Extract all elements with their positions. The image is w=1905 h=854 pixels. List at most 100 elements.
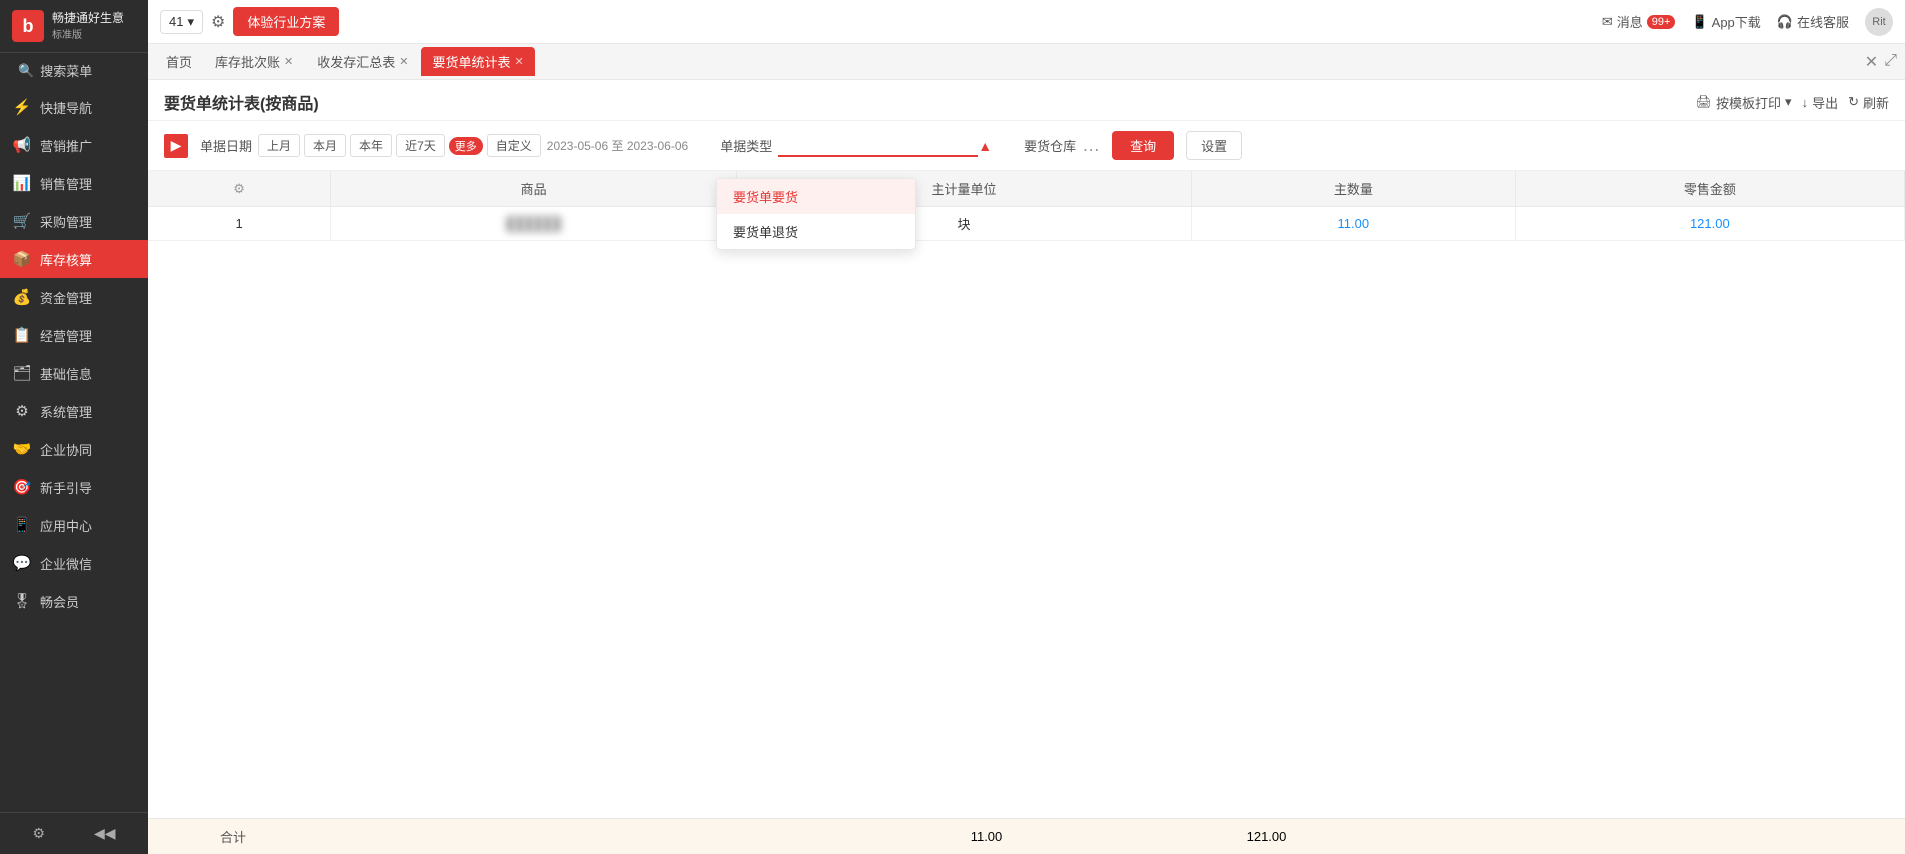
export-btn[interactable]: ↓ 导出: [1802, 93, 1839, 112]
company-value: 41: [169, 14, 183, 29]
sidebar-item-finance[interactable]: 💰 资金管理: [0, 278, 148, 316]
data-table: ⚙ 商品 主计量单位 主数量 零售金额 1 ██████ 块 11.00 121…: [148, 171, 1905, 241]
search-icon: 🔍: [18, 63, 34, 79]
chevron-up-icon[interactable]: ▲: [978, 138, 992, 154]
sidebar-item-wechat[interactable]: 💬 企业微信: [0, 544, 148, 582]
date-btn-this-month[interactable]: 本月: [304, 134, 346, 157]
refresh-label: 刷新: [1863, 93, 1889, 112]
footer-label: 合计: [160, 827, 360, 846]
sidebar-item-sales[interactable]: 📊 销售管理: [0, 164, 148, 202]
quick-nav-icon: ⚡: [12, 97, 32, 117]
sidebar-search-label: 搜索菜单: [40, 61, 92, 80]
app-center-icon: 📱: [12, 515, 32, 535]
sales-icon: 📊: [12, 173, 32, 193]
table-row: 1 ██████ 块 11.00 121.00: [148, 207, 1905, 241]
topbar-gear-icon[interactable]: ⚙: [211, 12, 225, 32]
date-options: 上月 本月 本年 近7天 更多 自定义: [258, 134, 541, 157]
th-gear[interactable]: ⚙: [148, 171, 331, 207]
finance-icon: 💰: [12, 287, 32, 307]
online-service-label: 在线客服: [1797, 12, 1849, 31]
avatar-text: Rit: [1872, 16, 1885, 28]
app-logo-text: 畅捷通好生意 标准版: [52, 11, 124, 42]
print-icon: 🖨: [1696, 94, 1713, 110]
app-download-label: App下载: [1712, 12, 1761, 31]
query-btn[interactable]: 查询: [1112, 131, 1174, 160]
cell-quantity[interactable]: 11.00: [1192, 207, 1516, 241]
sidebar-item-purchase[interactable]: 🛒 采购管理: [0, 202, 148, 240]
dropdown-item-order-return[interactable]: 要货单退货: [717, 214, 915, 249]
table-header-row: ⚙ 商品 主计量单位 主数量 零售金额: [148, 171, 1905, 207]
filter-bar: ▶ 单据日期 上月 本月 本年 近7天 更多 自定义 2023-05-06 至 …: [148, 121, 1905, 171]
purchase-icon: 🛒: [12, 211, 32, 231]
close-all-icon[interactable]: ✕: [1865, 52, 1878, 72]
sidebar-item-base[interactable]: 🗂 基础信息: [0, 354, 148, 392]
page-header: 要货单统计表(按商品) 🖨 按模板打印 ▾ ↓ 导出 ↻ 刷新: [148, 80, 1905, 121]
sidebar-item-quick-nav[interactable]: ⚡ 快捷导航: [0, 88, 148, 126]
type-filter-group: 单据类型 ▲: [720, 134, 992, 157]
sidebar-item-inventory[interactable]: 📦 库存核算: [0, 240, 148, 278]
type-input-wrapper: ▲: [778, 134, 992, 157]
tab-receive-summary[interactable]: 收发存汇总表 ✕: [306, 47, 419, 76]
sidebar-item-system[interactable]: ⚙ 系统管理: [0, 392, 148, 430]
messages-label: 消息: [1617, 12, 1643, 31]
tab-batch-account[interactable]: 库存批次账 ✕: [204, 47, 304, 76]
app-logo-icon: b: [12, 10, 44, 42]
date-btn-last-7-days[interactable]: 近7天: [396, 134, 445, 157]
footer-amount: 121.00: [1227, 829, 1307, 844]
refresh-btn[interactable]: ↻ 刷新: [1848, 93, 1889, 112]
sidebar-item-label: 资金管理: [40, 288, 92, 307]
tab-close-icon[interactable]: ✕: [284, 55, 293, 68]
page-title: 要货单统计表(按商品): [164, 90, 319, 114]
settings-icon[interactable]: ⚙: [28, 821, 49, 846]
company-selector[interactable]: 41 ▾: [160, 10, 203, 34]
app-download-btn[interactable]: 📱 App下载: [1691, 12, 1760, 31]
tab-close-icon[interactable]: ✕: [515, 55, 524, 68]
page-actions: 🖨 按模板打印 ▾ ↓ 导出 ↻ 刷新: [1696, 93, 1890, 112]
user-avatar[interactable]: Rit: [1865, 8, 1893, 36]
wechat-icon: 💬: [12, 553, 32, 573]
th-product: 商品: [331, 171, 737, 207]
tab-close-icon[interactable]: ✕: [399, 55, 408, 68]
type-filter-input[interactable]: [778, 134, 978, 157]
collapse-btn[interactable]: ◀◀: [90, 821, 120, 846]
sidebar-item-guide[interactable]: 🎯 新手引导: [0, 468, 148, 506]
base-icon: 🗂: [12, 363, 32, 383]
messages-btn[interactable]: ✉ 消息 99+: [1602, 12, 1676, 31]
date-custom-btn[interactable]: 自定义: [487, 134, 541, 157]
tab-label: 收发存汇总表: [317, 52, 395, 71]
warehouse-more-icon[interactable]: …: [1082, 135, 1100, 156]
cell-amount[interactable]: 121.00: [1515, 207, 1904, 241]
sidebar-item-operation[interactable]: 📋 经营管理: [0, 316, 148, 354]
export-label: 导出: [1812, 93, 1838, 112]
dropdown-item-order-goods[interactable]: 要货单要货: [717, 179, 915, 214]
trial-btn[interactable]: 体验行业方案: [233, 7, 339, 36]
page-content: 要货单统计表(按商品) 🖨 按模板打印 ▾ ↓ 导出 ↻ 刷新 ▶: [148, 80, 1905, 854]
sidebar-item-label: 新手引导: [40, 478, 92, 497]
type-dropdown: 要货单要货 要货单退货: [716, 178, 916, 250]
filter-toggle-btn[interactable]: ▶: [164, 134, 188, 158]
date-btn-this-year[interactable]: 本年: [350, 134, 392, 157]
tab-order-stats[interactable]: 要货单统计表 ✕: [421, 47, 534, 76]
tab-home[interactable]: 首页: [156, 48, 202, 75]
refresh-icon: ↻: [1848, 94, 1859, 110]
enterprise-icon: 🤝: [12, 439, 32, 459]
date-btn-last-month[interactable]: 上月: [258, 134, 300, 157]
expand-icon[interactable]: ⤢: [1884, 52, 1897, 72]
date-more-badge[interactable]: 更多: [449, 137, 483, 155]
app-name: 畅捷通好生意: [52, 11, 124, 27]
sidebar-item-label: 企业微信: [40, 554, 92, 573]
settings-btn[interactable]: 设置: [1186, 131, 1242, 160]
date-range-display: 2023-05-06 至 2023-06-06: [547, 137, 688, 154]
print-btn[interactable]: 🖨 按模板打印 ▾: [1696, 93, 1792, 112]
online-service-btn[interactable]: 🎧 在线客服: [1777, 12, 1849, 31]
topbar: 41 ▾ ⚙ 体验行业方案 ✉ 消息 99+ 📱 App下载 🎧 在线客服 Ri…: [148, 0, 1905, 44]
sidebar-item-label: 系统管理: [40, 402, 92, 421]
sidebar-item-marketing[interactable]: 📢 营销推广: [0, 126, 148, 164]
inventory-icon: 📦: [12, 249, 32, 269]
sidebar-item-member[interactable]: 🎖 畅会员: [0, 582, 148, 620]
member-icon: 🎖: [12, 591, 32, 611]
sidebar-item-label: 采购管理: [40, 212, 92, 231]
sidebar-item-enterprise[interactable]: 🤝 企业协同: [0, 430, 148, 468]
sidebar-item-app-center[interactable]: 📱 应用中心: [0, 506, 148, 544]
sidebar-search[interactable]: 🔍 搜索菜单: [0, 53, 148, 88]
